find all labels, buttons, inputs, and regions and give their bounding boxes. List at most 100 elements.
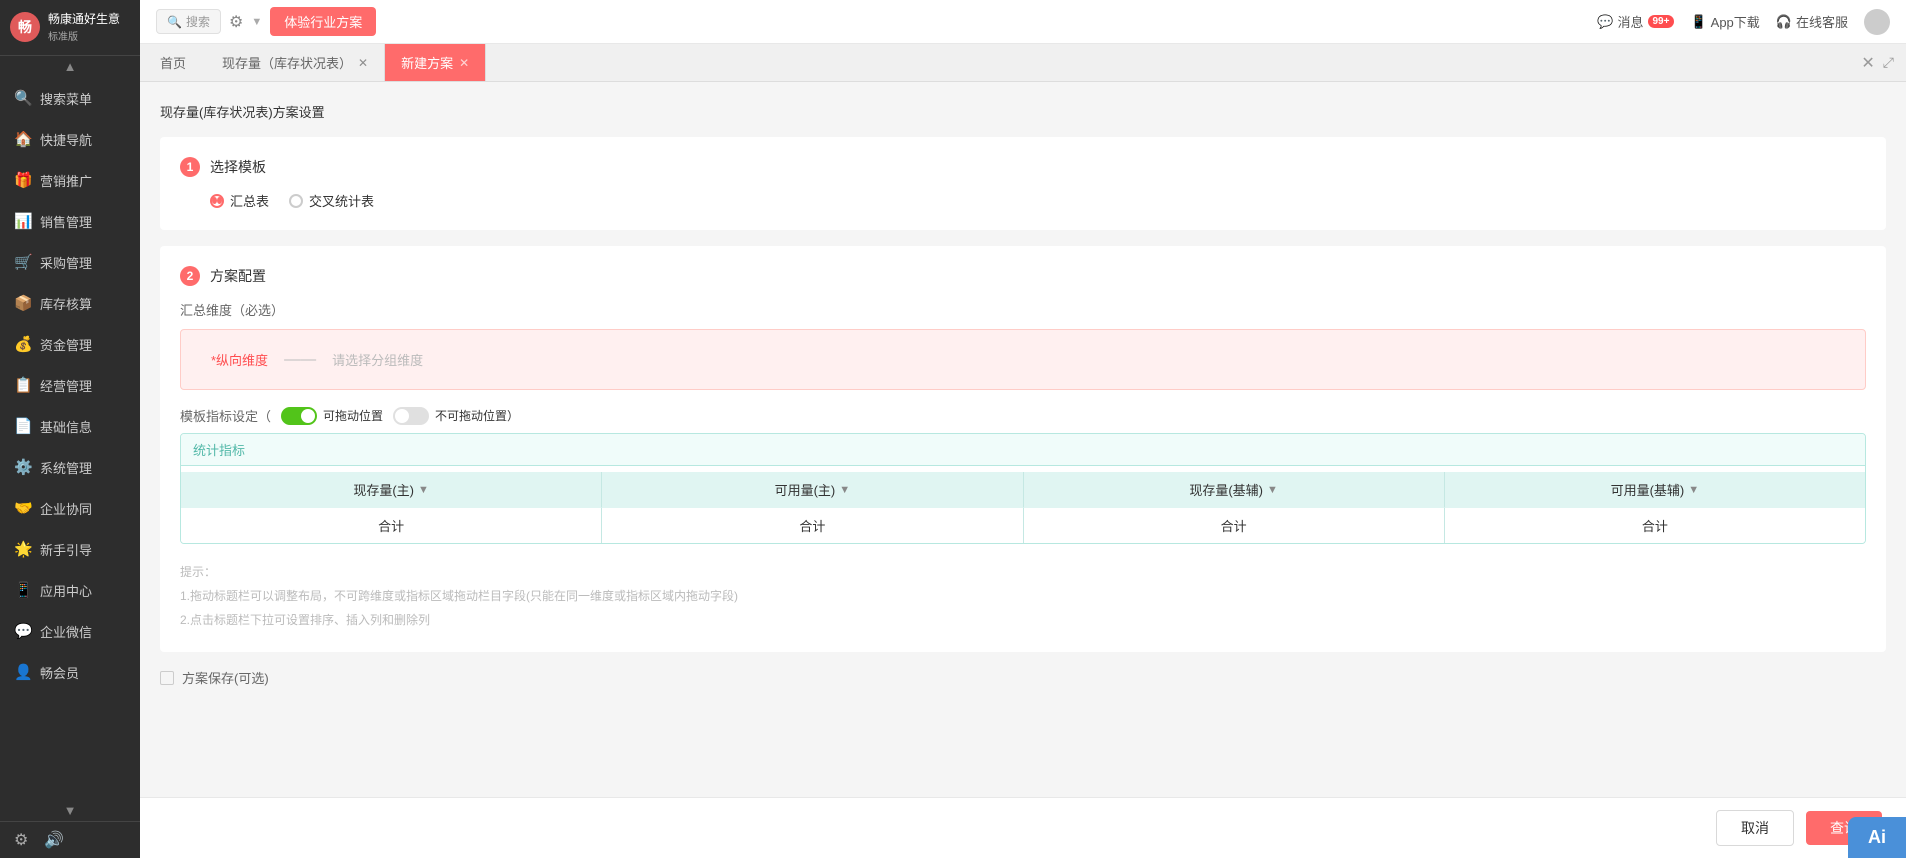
toggle-off-knob — [395, 409, 409, 423]
content-area: 现存量(库存状况表)方案设置 1 选择模板 汇总表 交叉统计表 — [140, 82, 1906, 797]
dimension-arrow: —— — [284, 351, 316, 369]
enterprise-icon: 🤝 — [14, 499, 32, 517]
sidebar-item-label: 采购管理 — [40, 253, 92, 272]
topbar-right: 💬 消息 99+ 📱 App下载 🎧 在线客服 — [1597, 9, 1890, 35]
base-info-icon: 📄 — [14, 417, 32, 435]
message-btn[interactable]: 💬 消息 99+ — [1597, 12, 1674, 31]
stats-table: 统计指标 现存量(主) ▼ 可用量(主) ▼ 现存量(基辅) — [180, 433, 1866, 544]
sidebar-item-quick-nav[interactable]: 🏠 快捷导航 — [0, 119, 140, 160]
app-center-icon: 📱 — [14, 581, 32, 599]
app-download-label: App下载 — [1711, 12, 1760, 31]
operations-icon: 📋 — [14, 376, 32, 394]
sidebar-scroll-down[interactable]: ▼ — [0, 799, 140, 821]
toggle-on-label: 可拖动位置 — [323, 407, 383, 424]
col-0-dropdown-icon[interactable]: ▼ — [418, 484, 429, 496]
sidebar-item-enterprise[interactable]: 🤝 企业协同 — [0, 488, 140, 529]
tab-inventory-status[interactable]: 现存量（库存状况表） ✕ — [206, 44, 385, 81]
col-0-label: 现存量(主) — [353, 480, 414, 499]
sidebar-item-label: 企业协同 — [40, 499, 92, 518]
toggle-off[interactable] — [393, 407, 429, 425]
sidebar-nav: 🔍 搜索菜单 🏠 快捷导航 🎁 营销推广 📊 销售管理 🛒 采购管理 📦 库存核… — [0, 78, 140, 799]
ai-fab-button[interactable]: Ai — [1848, 817, 1906, 858]
trial-btn[interactable]: 体验行业方案 — [270, 7, 376, 36]
stats-col-2[interactable]: 现存量(基辅) ▼ — [1024, 472, 1445, 507]
finance-icon: 💰 — [14, 335, 32, 353]
tab-new-plan-label: 新建方案 — [401, 53, 453, 72]
stats-col-3[interactable]: 可用量(基辅) ▼ — [1445, 472, 1865, 507]
col-2-label: 现存量(基辅) — [1189, 480, 1263, 499]
col-1-label: 可用量(主) — [775, 480, 836, 499]
sidebar-item-wechat[interactable]: 💬 企业微信 — [0, 611, 140, 652]
app-name: 畅康通好生意 — [48, 12, 120, 28]
sidebar-item-inventory[interactable]: 📦 库存核算 — [0, 283, 140, 324]
sidebar-item-app-center[interactable]: 📱 应用中心 — [0, 570, 140, 611]
toggle-off-group: 不可拖动位置） — [393, 407, 519, 425]
tab-new-plan-close-icon[interactable]: ✕ — [459, 56, 469, 70]
online-service-btn[interactable]: 🎧 在线客服 — [1776, 12, 1848, 31]
sidebar-item-label: 库存核算 — [40, 294, 92, 313]
toggle-off-label: 不可拖动位置） — [435, 407, 519, 424]
topbar-dropdown-icon[interactable]: ▼ — [251, 16, 262, 28]
indicator-settings: 模板指标设定（ 可拖动位置 不可拖动位置） — [180, 406, 1866, 544]
col-2-dropdown-icon[interactable]: ▼ — [1267, 484, 1278, 496]
cancel-button[interactable]: 取消 — [1716, 810, 1794, 846]
purchase-icon: 🛒 — [14, 253, 32, 271]
sidebar-scroll-up[interactable]: ▲ — [0, 56, 140, 78]
toggle-on[interactable] — [281, 407, 317, 425]
user-avatar[interactable] — [1864, 9, 1890, 35]
sidebar-item-finance[interactable]: 💰 资金管理 — [0, 324, 140, 365]
app-version: 标准版 — [48, 28, 120, 43]
col-3-dropdown-icon[interactable]: ▼ — [1688, 484, 1699, 496]
settings-icon[interactable]: ⚙ — [14, 830, 28, 850]
sidebar-item-label: 系统管理 — [40, 458, 92, 477]
toggle-on-group: 可拖动位置 — [281, 407, 383, 425]
service-icon: 🎧 — [1776, 14, 1792, 30]
sidebar-item-purchase[interactable]: 🛒 采购管理 — [0, 242, 140, 283]
stats-col-1[interactable]: 可用量(主) ▼ — [602, 472, 1023, 507]
sidebar-item-marketing[interactable]: 🎁 营销推广 — [0, 160, 140, 201]
sidebar-item-base-info[interactable]: 📄 基础信息 — [0, 406, 140, 447]
save-checkbox[interactable] — [160, 671, 174, 685]
indicator-settings-label: 模板指标设定（ 可拖动位置 不可拖动位置） — [180, 406, 1866, 425]
sidebar-item-label: 基础信息 — [40, 417, 92, 436]
radio-summary[interactable]: 汇总表 — [210, 191, 269, 210]
sound-icon[interactable]: 🔊 — [44, 830, 64, 850]
app-icon: 📱 — [1690, 14, 1706, 30]
stats-body-col-0: 合计 — [181, 507, 602, 543]
search-menu-icon: 🔍 — [14, 89, 32, 107]
stats-col-0[interactable]: 现存量(主) ▼ — [181, 472, 602, 507]
expand-icon[interactable]: ⤢ — [1883, 54, 1894, 71]
step1-card: 1 选择模板 汇总表 交叉统计表 — [160, 137, 1886, 230]
sidebar-item-label: 搜索菜单 — [40, 89, 92, 108]
col-3-label: 可用量(基辅) — [1611, 480, 1685, 499]
tab-inventory-close-icon[interactable]: ✕ — [358, 56, 368, 70]
radio-cross[interactable]: 交叉统计表 — [289, 191, 374, 210]
sidebar-item-search-menu[interactable]: 🔍 搜索菜单 — [0, 78, 140, 119]
step2-title: 方案配置 — [210, 266, 266, 286]
summary-dimension-label: 汇总维度（必选） — [180, 300, 1866, 319]
tabbar-actions: ✕ ⤢ — [1861, 53, 1906, 73]
tab-new-plan[interactable]: 新建方案 ✕ — [385, 44, 486, 81]
app-download-btn[interactable]: 📱 App下载 — [1690, 12, 1759, 31]
bottom-bar: 取消 查询 — [140, 797, 1906, 858]
sidebar-item-sales[interactable]: 📊 销售管理 — [0, 201, 140, 242]
sidebar-item-label: 应用中心 — [40, 581, 92, 600]
step1-header: 1 选择模板 — [180, 157, 1866, 177]
wechat-icon: 💬 — [14, 622, 32, 640]
radio-summary-label: 汇总表 — [230, 191, 269, 210]
topbar-settings-icon[interactable]: ⚙ — [229, 12, 243, 32]
sidebar-item-operations[interactable]: 📋 经营管理 — [0, 365, 140, 406]
tab-home[interactable]: 首页 — [140, 53, 206, 72]
step2-card: 2 方案配置 汇总维度（必选） *纵向维度 —— 请选择分组维度 模板指标设定（ — [160, 246, 1886, 652]
close-icon[interactable]: ✕ — [1861, 53, 1874, 73]
sidebar-item-system[interactable]: ⚙️ 系统管理 — [0, 447, 140, 488]
sidebar-item-label: 销售管理 — [40, 212, 92, 231]
online-service-label: 在线客服 — [1796, 12, 1848, 31]
col-1-sub: 合计 — [799, 516, 825, 535]
step1-num: 1 — [180, 157, 200, 177]
col-1-dropdown-icon[interactable]: ▼ — [839, 484, 850, 496]
sidebar-item-member[interactable]: 👤 畅会员 — [0, 652, 140, 693]
search-box[interactable]: 🔍 搜索 — [156, 9, 221, 34]
dimension-box[interactable]: *纵向维度 —— 请选择分组维度 — [180, 329, 1866, 390]
sidebar-item-new-guide[interactable]: 🌟 新手引导 — [0, 529, 140, 570]
